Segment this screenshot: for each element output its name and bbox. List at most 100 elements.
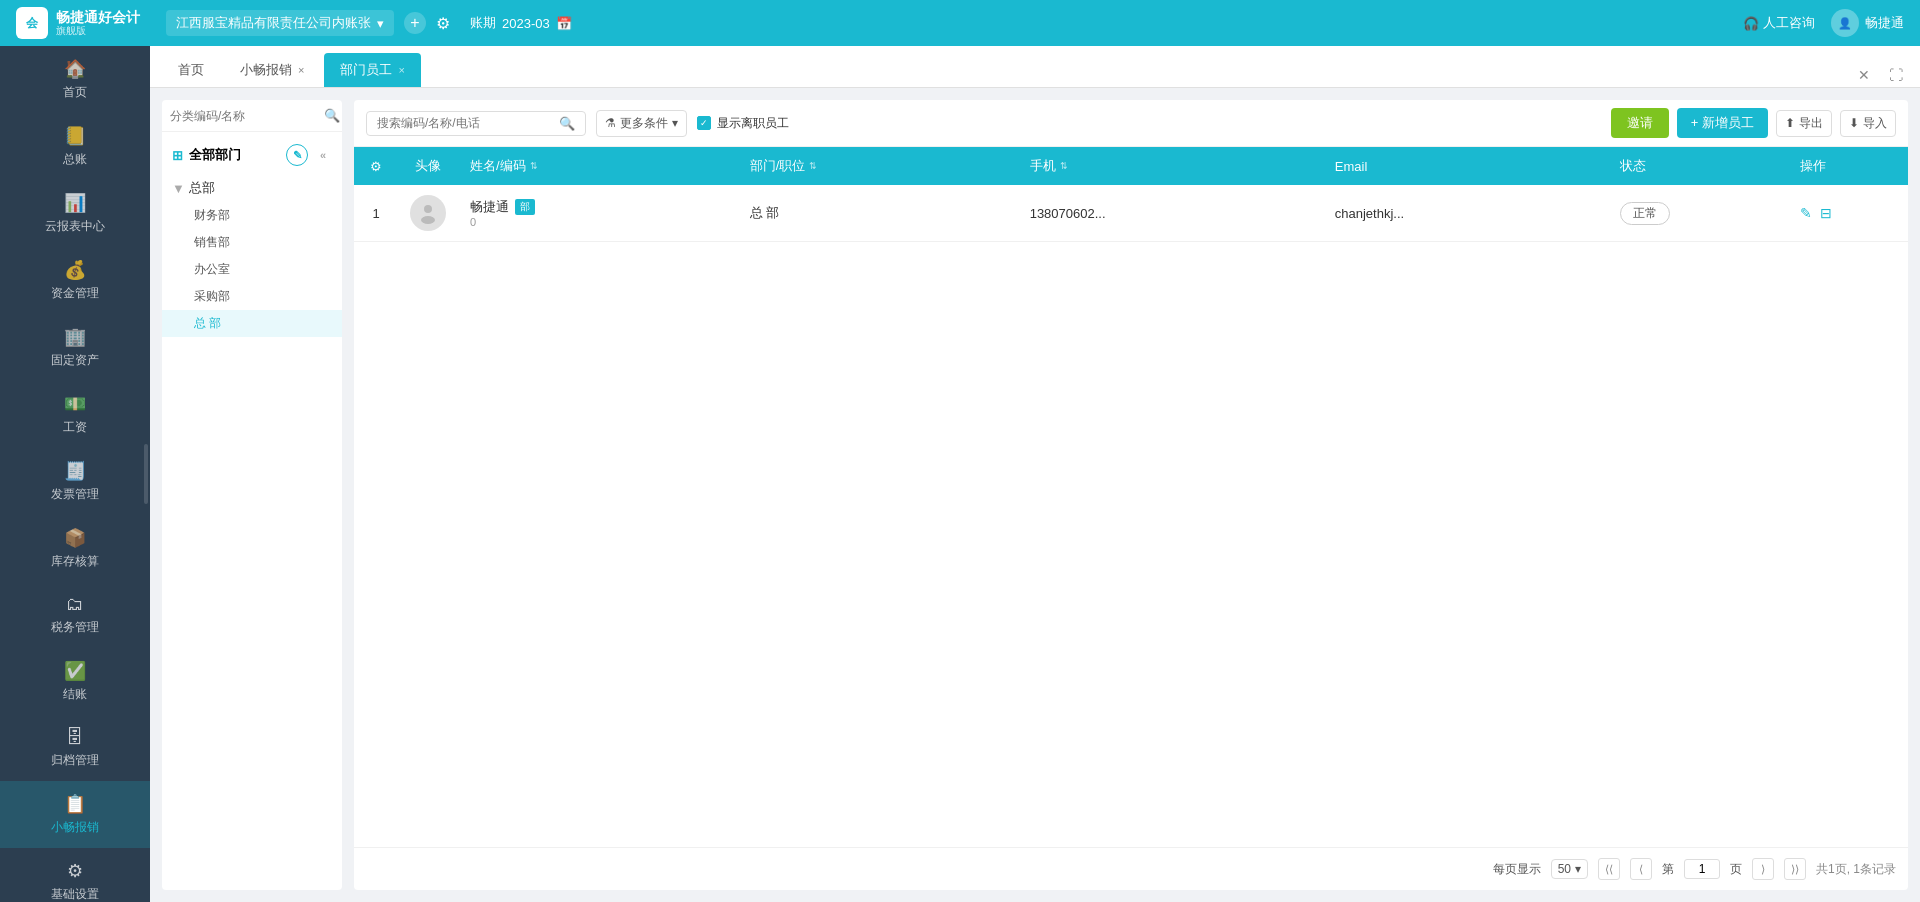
export-icon: ⬆ xyxy=(1785,116,1795,130)
sidebar-item-tax[interactable]: 🗂 税务管理 xyxy=(0,582,150,648)
show-resigned-toggle[interactable]: ✓ 显示离职员工 xyxy=(697,115,789,132)
per-page-value: 50 xyxy=(1558,862,1571,876)
sidebar-item-label: 工资 xyxy=(63,419,87,436)
dept-child-finance[interactable]: 财务部 xyxy=(162,202,342,229)
sidebar-item-invoice[interactable]: 🧾 发票管理 xyxy=(0,448,150,515)
dept-section-headquarters: ▼ 总部 财务部 销售部 办公室 采购部 总 部 xyxy=(162,172,342,339)
dept-all-button[interactable]: ⊞ 全部部门 ✎ « xyxy=(162,138,342,172)
dept-collapse-button[interactable]: « xyxy=(314,146,332,164)
close-tab-button[interactable]: ✕ xyxy=(1852,63,1876,87)
grid-icon: ⊞ xyxy=(172,148,183,163)
last-page-button[interactable]: ⟩⟩ xyxy=(1784,858,1806,880)
tab-dept-label: 部门员工 xyxy=(340,61,392,79)
company-name: 江西服宝精品有限责任公司内账张 xyxy=(176,14,371,32)
dept-child-office[interactable]: 办公室 xyxy=(162,256,342,283)
sidebar-item-xiaochang[interactable]: 📋 小畅报销 xyxy=(0,781,150,848)
sidebar-item-reports[interactable]: 📊 云报表中心 xyxy=(0,180,150,247)
assets-icon: 🏢 xyxy=(64,326,86,348)
employee-search-input[interactable] xyxy=(377,116,553,130)
scroll-indicator xyxy=(144,444,148,504)
table-settings-icon[interactable]: ⚙ xyxy=(370,159,382,174)
ledger-icon: 📒 xyxy=(64,125,86,147)
toolbar-right: 邀请 + 新增员工 ⬆ 导出 ⬇ 导入 xyxy=(1611,108,1896,138)
per-page-label: 每页显示 xyxy=(1493,861,1541,878)
chevron-down-icon: ▾ xyxy=(377,16,384,31)
prev-page-button[interactable]: ⟨ xyxy=(1630,858,1652,880)
chevron-down-icon: ▾ xyxy=(1575,862,1581,876)
avatar xyxy=(410,195,446,231)
sidebar-item-label: 归档管理 xyxy=(51,752,99,769)
dept-child-general[interactable]: 总 部 xyxy=(162,310,342,337)
page-size-select[interactable]: 50 ▾ xyxy=(1551,859,1588,879)
sidebar-item-inventory[interactable]: 📦 库存核算 xyxy=(0,515,150,582)
total-info: 共1页, 1条记录 xyxy=(1816,861,1896,878)
show-resigned-checkbox[interactable]: ✓ xyxy=(697,116,711,130)
company-selector[interactable]: 江西服宝精品有限责任公司内账张 ▾ xyxy=(166,10,394,36)
col-email: Email xyxy=(1323,147,1608,185)
dept-search-input[interactable] xyxy=(170,109,320,123)
sidebar-item-assets[interactable]: 🏢 固定资产 xyxy=(0,314,150,381)
sidebar-item-closing[interactable]: ✅ 结账 xyxy=(0,648,150,715)
invite-button[interactable]: 邀请 xyxy=(1611,108,1669,138)
dept-child-purchase[interactable]: 采购部 xyxy=(162,283,342,310)
sidebar-item-label: 税务管理 xyxy=(51,619,99,636)
chevron-down-icon: ▾ xyxy=(672,116,678,130)
headset-icon: 🎧 xyxy=(1743,16,1759,31)
settings-icon[interactable]: ⚙ xyxy=(432,12,454,34)
calendar-icon[interactable]: 📅 xyxy=(556,16,572,31)
filter-button[interactable]: ⚗ 更多条件 ▾ xyxy=(596,110,687,137)
dept-edit-button[interactable]: ✎ xyxy=(286,144,308,166)
closing-icon: ✅ xyxy=(64,660,86,682)
settings-icon: ⚙ xyxy=(67,860,83,882)
tab-dept-employee[interactable]: 部门员工 × xyxy=(324,53,420,87)
sidebar-item-salary[interactable]: 💵 工资 xyxy=(0,381,150,448)
employee-search-box: 🔍 xyxy=(366,111,586,136)
sidebar-item-ledger[interactable]: 📒 总账 xyxy=(0,113,150,180)
row-email: chanjethkj... xyxy=(1323,185,1608,242)
col-name[interactable]: 姓名/编码 ⇅ xyxy=(458,147,738,185)
tab-dept-close[interactable]: × xyxy=(398,64,404,76)
sidebar-item-funds[interactable]: 💰 资金管理 xyxy=(0,247,150,314)
row-phone: 138070602... xyxy=(1018,185,1323,242)
employee-toolbar: 🔍 ⚗ 更多条件 ▾ ✓ 显示离职员工 邀请 + 新增员工 xyxy=(354,100,1908,147)
col-phone[interactable]: 手机 ⇅ xyxy=(1018,147,1323,185)
sidebar-item-label: 发票管理 xyxy=(51,486,99,503)
search-icon[interactable]: 🔍 xyxy=(559,116,575,131)
table-row: 1 xyxy=(354,185,1908,242)
tax-icon: 🗂 xyxy=(66,594,84,615)
salary-icon: 💵 xyxy=(64,393,86,415)
edit-button[interactable]: ✎ xyxy=(1800,205,1812,221)
logout-button[interactable]: ⊟ xyxy=(1820,205,1832,221)
dept-search-icon[interactable]: 🔍 xyxy=(324,108,340,123)
export-button[interactable]: ⬆ 导出 xyxy=(1776,110,1832,137)
import-button[interactable]: ⬇ 导入 xyxy=(1840,110,1896,137)
sidebar-item-settings[interactable]: ⚙ 基础设置 xyxy=(0,848,150,902)
tab-home-label: 首页 xyxy=(178,61,204,79)
sidebar-item-home[interactable]: 🏠 首页 xyxy=(0,46,150,113)
current-page-input[interactable] xyxy=(1684,859,1720,879)
tab-home[interactable]: 首页 xyxy=(162,53,220,87)
tab-xiaochang-close[interactable]: × xyxy=(298,64,304,76)
dept-child-sales[interactable]: 销售部 xyxy=(162,229,342,256)
col-avatar: 头像 xyxy=(398,147,458,185)
col-dept[interactable]: 部门/职位 ⇅ xyxy=(738,147,1018,185)
sidebar-item-label: 小畅报销 xyxy=(51,819,99,836)
first-page-button[interactable]: ⟨⟨ xyxy=(1598,858,1620,880)
invoice-icon: 🧾 xyxy=(64,460,86,482)
consultation-button[interactable]: 🎧 人工咨询 xyxy=(1743,14,1815,32)
user-area[interactable]: 👤 畅捷通 xyxy=(1831,9,1904,37)
show-resigned-label: 显示离职员工 xyxy=(717,115,789,132)
tab-xiaochang[interactable]: 小畅报销 × xyxy=(224,53,320,87)
next-page-button[interactable]: ⟩ xyxy=(1752,858,1774,880)
dept-section-header[interactable]: ▼ 总部 xyxy=(162,174,342,202)
employee-name: 畅捷通 xyxy=(470,198,509,216)
expand-button[interactable]: ⛶ xyxy=(1884,63,1908,87)
app-edition: 旗舰版 xyxy=(56,25,140,37)
archive-icon: 🗄 xyxy=(66,727,84,748)
tab-xiaochang-label: 小畅报销 xyxy=(240,61,292,79)
row-actions: ✎ ⊟ xyxy=(1788,185,1908,242)
add-company-button[interactable]: + xyxy=(404,12,426,34)
tabs-right: ✕ ⛶ xyxy=(1852,63,1908,87)
sidebar-item-archive[interactable]: 🗄 归档管理 xyxy=(0,715,150,781)
add-employee-button[interactable]: + 新增员工 xyxy=(1677,108,1768,138)
